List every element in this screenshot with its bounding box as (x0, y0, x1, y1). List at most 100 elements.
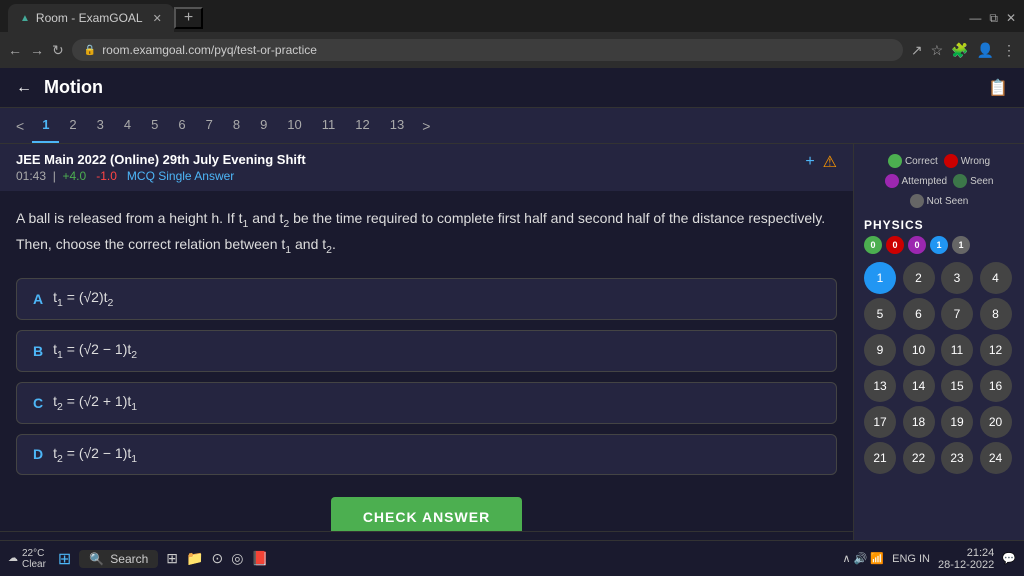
question-nav-item-6[interactable]: 6 (168, 108, 195, 143)
not-seen-label: Not Seen (927, 196, 969, 207)
close-window-button[interactable]: ✕ (1006, 11, 1016, 26)
forward-button[interactable]: → (30, 42, 44, 58)
question-nav-item-4[interactable]: 4 (114, 108, 141, 143)
translate-icon[interactable]: 📋 (988, 78, 1008, 98)
question-nav-prev[interactable]: < (8, 118, 32, 134)
temperature: 22°C (22, 548, 46, 559)
option-a[interactable]: A t1 = (√2)t2 (16, 278, 837, 320)
app-header: ← Motion 📋 (0, 68, 1024, 108)
question-nav-item-3[interactable]: 3 (87, 108, 114, 143)
grid-cell-5[interactable]: 5 (864, 298, 896, 330)
grid-cell-21[interactable]: 21 (864, 442, 896, 474)
grid-cell-24[interactable]: 24 (980, 442, 1012, 474)
new-tab-button[interactable]: + (174, 7, 203, 29)
time-display: 01:43 (16, 169, 46, 183)
tab-favicon: ▲ (20, 13, 30, 24)
grid-cell-7[interactable]: 7 (941, 298, 973, 330)
option-a-text: t1 = (√2)t2 (53, 289, 113, 309)
grid-cell-20[interactable]: 20 (980, 406, 1012, 438)
grid-cell-4[interactable]: 4 (980, 262, 1012, 294)
taskbar-icon-2[interactable]: 📁 (186, 550, 203, 567)
taskbar-icon-1[interactable]: ⊞ (166, 550, 178, 567)
date-display: 28-12-2022 (938, 559, 994, 571)
search-icon: 🔍 (89, 552, 104, 566)
question-nav-item-1[interactable]: 1 (32, 108, 59, 143)
grid-cell-19[interactable]: 19 (941, 406, 973, 438)
grid-cell-13[interactable]: 13 (864, 370, 896, 402)
grid-cell-16[interactable]: 16 (980, 370, 1012, 402)
menu-icon[interactable]: ⋮ (1002, 42, 1016, 59)
bookmark-icon[interactable]: ☆ (931, 42, 944, 59)
taskbar-icon-4[interactable]: ◎ (231, 550, 243, 567)
minimize-button[interactable]: — (969, 11, 981, 26)
refresh-button[interactable]: ↻ (52, 42, 64, 59)
weather-desc: Clear (22, 559, 46, 570)
active-tab[interactable]: ▲ Room - ExamGOAL ✕ (8, 4, 174, 32)
lock-icon: 🔒 (84, 45, 96, 56)
nav-bar: ← → ↻ 🔒 room.examgoal.com/pyq/test-or-pr… (0, 32, 1024, 68)
grid-cell-2[interactable]: 2 (903, 262, 935, 294)
taskbar: ☁ 22°C Clear ⊞ 🔍 Search ⊞ 📁 ⊙ ◎ 📕 ∧ 🔊 📶 … (0, 540, 1024, 576)
question-nav-item-2[interactable]: 2 (59, 108, 86, 143)
option-c[interactable]: C t2 = (√2 + 1)t1 (16, 382, 837, 424)
grid-cell-9[interactable]: 9 (864, 334, 896, 366)
attempted-dot (885, 174, 899, 188)
option-b[interactable]: B t1 = (√2 − 1)t2 (16, 330, 837, 372)
grid-cell-22[interactable]: 22 (903, 442, 935, 474)
grid-cell-3[interactable]: 3 (941, 262, 973, 294)
time-display: 21:24 (938, 547, 994, 559)
taskbar-search[interactable]: 🔍 Search (79, 550, 158, 568)
add-icon[interactable]: + (805, 153, 814, 171)
count-correct: 0 (864, 236, 882, 254)
check-answer-button[interactable]: CHECK ANSWER (331, 497, 522, 531)
grid-cell-17[interactable]: 17 (864, 406, 896, 438)
extensions-icon[interactable]: 🧩 (951, 42, 968, 59)
taskbar-icon-5[interactable]: 📕 (251, 550, 268, 567)
question-nav-next[interactable]: > (414, 118, 438, 134)
grid-cell-15[interactable]: 15 (941, 370, 973, 402)
correct-dot (888, 154, 902, 168)
start-button[interactable]: ⊞ (58, 549, 71, 569)
grid-cell-8[interactable]: 8 (980, 298, 1012, 330)
question-nav-item-9[interactable]: 9 (250, 108, 277, 143)
marks-negative: -1.0 (96, 169, 117, 183)
legend-not-seen: Not Seen (910, 194, 969, 208)
option-d[interactable]: D t2 = (√2 − 1)t1 (16, 434, 837, 476)
taskbar-icon-3[interactable]: ⊙ (211, 550, 223, 567)
maximize-button[interactable]: ⧉ (989, 11, 998, 26)
question-nav-item-5[interactable]: 5 (141, 108, 168, 143)
grid-cell-23[interactable]: 23 (941, 442, 973, 474)
grid-cell-11[interactable]: 11 (941, 334, 973, 366)
profile-icon[interactable]: 👤 (977, 42, 994, 59)
share-icon[interactable]: ↗ (911, 42, 923, 59)
grid-cell-18[interactable]: 18 (903, 406, 935, 438)
seen-dot (953, 174, 967, 188)
wrong-dot (944, 154, 958, 168)
notification-icon[interactable]: 💬 (1002, 552, 1016, 565)
question-grid: 1 2 3 4 5 6 7 8 9 10 11 12 13 14 15 16 1… (864, 262, 1014, 474)
right-panel: Correct Wrong Attempted Seen Not Seen (854, 144, 1024, 576)
grid-cell-14[interactable]: 14 (903, 370, 935, 402)
grid-cell-10[interactable]: 10 (903, 334, 935, 366)
question-type: MCQ Single Answer (127, 169, 234, 183)
question-header: JEE Main 2022 (Online) 29th July Evening… (0, 144, 853, 191)
header-back-button[interactable]: ← (16, 79, 32, 97)
wrong-label: Wrong (961, 156, 990, 167)
back-button[interactable]: ← (8, 42, 22, 58)
question-nav-item-8[interactable]: 8 (223, 108, 250, 143)
count-not-seen: 1 (952, 236, 970, 254)
question-nav-item-11[interactable]: 11 (312, 108, 346, 143)
grid-cell-12[interactable]: 12 (980, 334, 1012, 366)
grid-cell-1[interactable]: 1 (864, 262, 896, 294)
question-nav-item-12[interactable]: 12 (345, 108, 379, 143)
app: ← Motion 📋 < 1 2 3 4 5 6 7 8 9 10 11 12 … (0, 68, 1024, 576)
tab-close-button[interactable]: ✕ (153, 12, 162, 25)
question-nav-item-10[interactable]: 10 (277, 108, 311, 143)
warning-icon[interactable]: ⚠ (823, 152, 837, 172)
actions-bar: CHECK ANSWER (16, 485, 837, 531)
main-area: JEE Main 2022 (Online) 29th July Evening… (0, 144, 1024, 576)
grid-cell-6[interactable]: 6 (903, 298, 935, 330)
question-nav-item-7[interactable]: 7 (196, 108, 223, 143)
address-bar[interactable]: 🔒 room.examgoal.com/pyq/test-or-practice (72, 39, 903, 61)
question-nav-item-13[interactable]: 13 (380, 108, 414, 143)
